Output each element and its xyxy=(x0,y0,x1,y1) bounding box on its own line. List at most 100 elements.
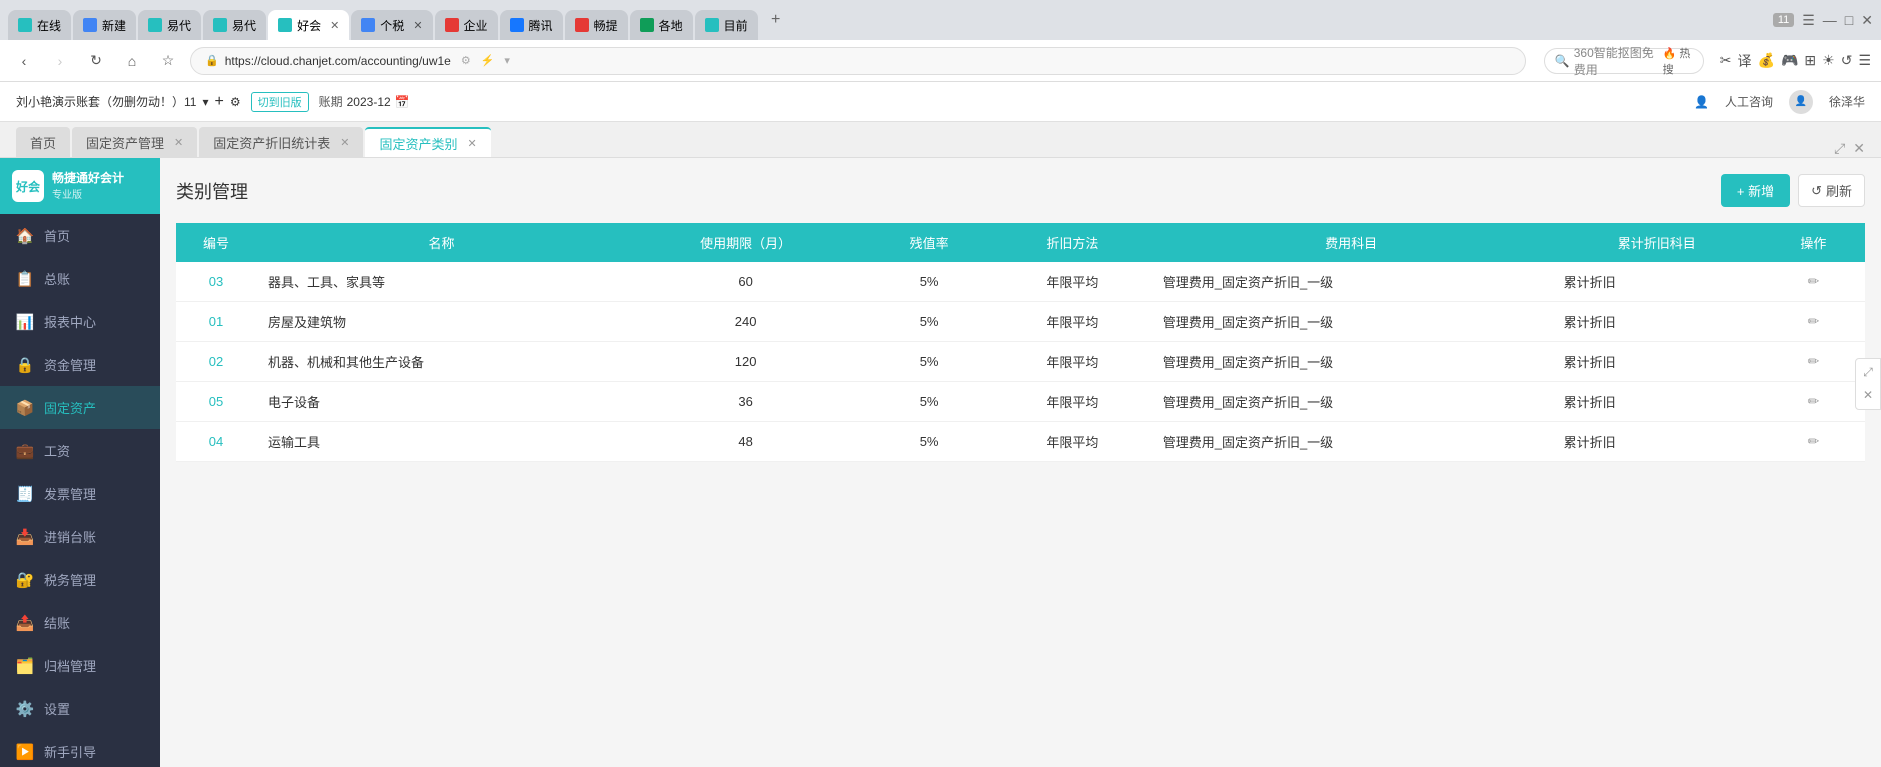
sidebar-item-funds[interactable]: 🔒 资金管理 xyxy=(0,343,160,386)
browser-tabs: 在线 新建 易代 易代 好会 ✕ 个税 ✕ 企业 腾讯 xyxy=(8,0,758,40)
browser-tab-2[interactable]: 易代 xyxy=(138,10,201,40)
tab-asset-category[interactable]: 固定资产类别 ✕ xyxy=(365,127,490,157)
minimize-icon[interactable]: — xyxy=(1823,12,1837,28)
tab-count-badge: 11 xyxy=(1773,13,1794,27)
new-tab-button[interactable]: + xyxy=(762,6,790,34)
search-input[interactable]: 🔍 360智能抠图免费用 🔥 热搜 xyxy=(1544,48,1704,74)
address-dropdown-icon[interactable]: ▾ xyxy=(504,54,510,67)
history-icon[interactable]: ↺ xyxy=(1841,52,1853,69)
browser-tab-3[interactable]: 易代 xyxy=(203,10,266,40)
add-account-icon[interactable]: + xyxy=(215,93,224,111)
bookmark-button[interactable]: ☆ xyxy=(154,47,182,75)
tab-home[interactable]: 首页 xyxy=(16,127,70,157)
close-window-icon[interactable]: ✕ xyxy=(1861,12,1873,29)
sidebar-item-reports[interactable]: 📊 报表中心 xyxy=(0,300,160,343)
sidebar-item-invoice[interactable]: 🧾 发票管理 xyxy=(0,472,160,515)
browser-tab-0[interactable]: 在线 xyxy=(8,10,71,40)
tab-expand-icon[interactable]: ⤢ xyxy=(1834,140,1845,157)
right-expand-icon[interactable]: ⤢ xyxy=(1858,363,1878,383)
sidebar-item-archive[interactable]: 🗂️ 归档管理 xyxy=(0,644,160,687)
cell-accumulated-4: 累计折旧 xyxy=(1552,422,1762,462)
browser-tab-7[interactable]: 腾讯 xyxy=(500,10,563,40)
settings-icon[interactable]: ⚙ xyxy=(230,95,241,109)
translate-icon[interactable]: 译 xyxy=(1738,51,1752,71)
tab-expand-controls: ⤢ ✕ xyxy=(1834,140,1865,157)
sidebar-item-fixed-assets[interactable]: 📦 固定资产 xyxy=(0,386,160,429)
cell-method-2: 年限平均 xyxy=(994,342,1151,382)
home-button[interactable]: ⌂ xyxy=(118,47,146,75)
col-header-method: 折旧方法 xyxy=(994,223,1151,262)
back-button[interactable]: ‹ xyxy=(10,47,38,75)
browser-tab-1[interactable]: 新建 xyxy=(73,10,136,40)
user-info: 刘小艳演示账套（勿删勿动！）11 ▾ + ⚙ xyxy=(16,93,241,111)
sidebar-item-salary[interactable]: 💼 工资 xyxy=(0,429,160,472)
cell-period-2: 120 xyxy=(627,342,864,382)
cell-code-1: 01 xyxy=(176,302,256,342)
switch-version-button[interactable]: 切到旧版 xyxy=(251,92,309,112)
calendar-icon[interactable]: 📅 xyxy=(395,95,410,109)
tab-close-icon[interactable]: ✕ xyxy=(330,19,339,32)
edit-button-4[interactable]: ✏ xyxy=(1774,433,1853,450)
address-expand-icon[interactable]: ⚙ xyxy=(461,54,471,67)
service-label[interactable]: 人工咨询 xyxy=(1725,93,1773,110)
tab-depreciation-table-close-icon[interactable]: ✕ xyxy=(340,136,349,149)
period-value: 2023-12 xyxy=(347,95,391,109)
sidebar-item-checkout[interactable]: 📤 结账 xyxy=(0,601,160,644)
sidebar-item-settings[interactable]: ⚙️ 设置 xyxy=(0,687,160,730)
sidebar-item-ledger[interactable]: 📋 总账 xyxy=(0,257,160,300)
theme-icon[interactable]: ☀ xyxy=(1822,52,1835,69)
browser-tab-4[interactable]: 好会 ✕ xyxy=(268,10,349,40)
main-layout: 好会 畅捷通好会计 专业版 🏠 首页 📋 总账 📊 报表中心 🔒 资金管理 📦 … xyxy=(0,158,1881,767)
browser-tab-10[interactable]: 目前 xyxy=(695,10,758,40)
sidebar-item-home[interactable]: 🏠 首页 xyxy=(0,214,160,257)
sidebar-archive-label: 归档管理 xyxy=(44,656,96,675)
address-lightning-icon[interactable]: ⚡ xyxy=(481,54,495,67)
cell-code-3: 05 xyxy=(176,382,256,422)
browser-tab-9[interactable]: 各地 xyxy=(630,10,693,40)
tab-fixed-assets-mgmt[interactable]: 固定资产管理 ✕ xyxy=(72,127,197,157)
col-header-accumulated: 累计折旧科目 xyxy=(1552,223,1762,262)
tab-fixed-assets-mgmt-close-icon[interactable]: ✕ xyxy=(174,136,183,149)
browser-tab-5[interactable]: 个税 ✕ xyxy=(351,10,432,40)
sidebar-item-purchase-sales[interactable]: 📥 进销台账 xyxy=(0,515,160,558)
tab-depreciation-table[interactable]: 固定资产折旧统计表 ✕ xyxy=(199,127,363,157)
browser-tab-6[interactable]: 企业 xyxy=(435,10,498,40)
checkout-icon: 📤 xyxy=(16,614,34,632)
tab-close-icon[interactable]: ✕ xyxy=(413,19,422,32)
browser-tab-8[interactable]: 畅提 xyxy=(565,10,628,40)
refresh-icon: ↺ xyxy=(1811,183,1822,199)
search-icon: 🔍 xyxy=(1555,54,1570,68)
sidebar-home-label: 首页 xyxy=(44,226,70,245)
right-collapse-icon[interactable]: ✕ xyxy=(1858,385,1878,405)
edit-button-0[interactable]: ✏ xyxy=(1774,273,1853,290)
game-icon[interactable]: 🎮 xyxy=(1781,52,1798,69)
cell-expense-0: 管理费用_固定资产折旧_一级 xyxy=(1151,262,1552,302)
sidebar-item-guide[interactable]: ▶️ 新手引导 xyxy=(0,730,160,767)
reload-button[interactable]: ↻ xyxy=(82,47,110,75)
address-input[interactable]: 🔒 https://cloud.chanjet.com/accounting/u… xyxy=(190,47,1526,75)
forward-button[interactable]: › xyxy=(46,47,74,75)
username-label: 徐泽华 xyxy=(1829,93,1865,110)
sidebar-tax-label: 税务管理 xyxy=(44,570,96,589)
scissors-icon[interactable]: ✂ xyxy=(1720,52,1732,69)
page-title: 类别管理 xyxy=(176,178,248,204)
account-dropdown-icon[interactable]: ▾ xyxy=(202,95,208,109)
menu-icon[interactable]: ☰ xyxy=(1858,52,1871,69)
edit-button-2[interactable]: ✏ xyxy=(1774,353,1853,370)
wallet-icon[interactable]: 💰 xyxy=(1758,52,1775,69)
tab-menu-icon[interactable]: ☰ xyxy=(1802,12,1815,29)
tab-collapse-icon[interactable]: ✕ xyxy=(1853,140,1865,157)
refresh-button[interactable]: ↺ 刷新 xyxy=(1798,174,1865,207)
add-button[interactable]: + 新增 xyxy=(1721,174,1790,207)
edit-button-3[interactable]: ✏ xyxy=(1774,393,1853,410)
cell-action-0: ✏ xyxy=(1762,262,1865,302)
grid-icon[interactable]: ⊞ xyxy=(1804,52,1816,69)
maximize-icon[interactable]: □ xyxy=(1845,12,1853,28)
cell-action-3: ✏ xyxy=(1762,382,1865,422)
tab-asset-category-close-icon[interactable]: ✕ xyxy=(468,137,477,150)
sidebar-ledger-label: 总账 xyxy=(44,269,70,288)
sidebar-item-tax[interactable]: 🔐 税务管理 xyxy=(0,558,160,601)
edit-button-1[interactable]: ✏ xyxy=(1774,313,1853,330)
cell-rate-3: 5% xyxy=(864,382,994,422)
col-header-action: 操作 xyxy=(1762,223,1865,262)
